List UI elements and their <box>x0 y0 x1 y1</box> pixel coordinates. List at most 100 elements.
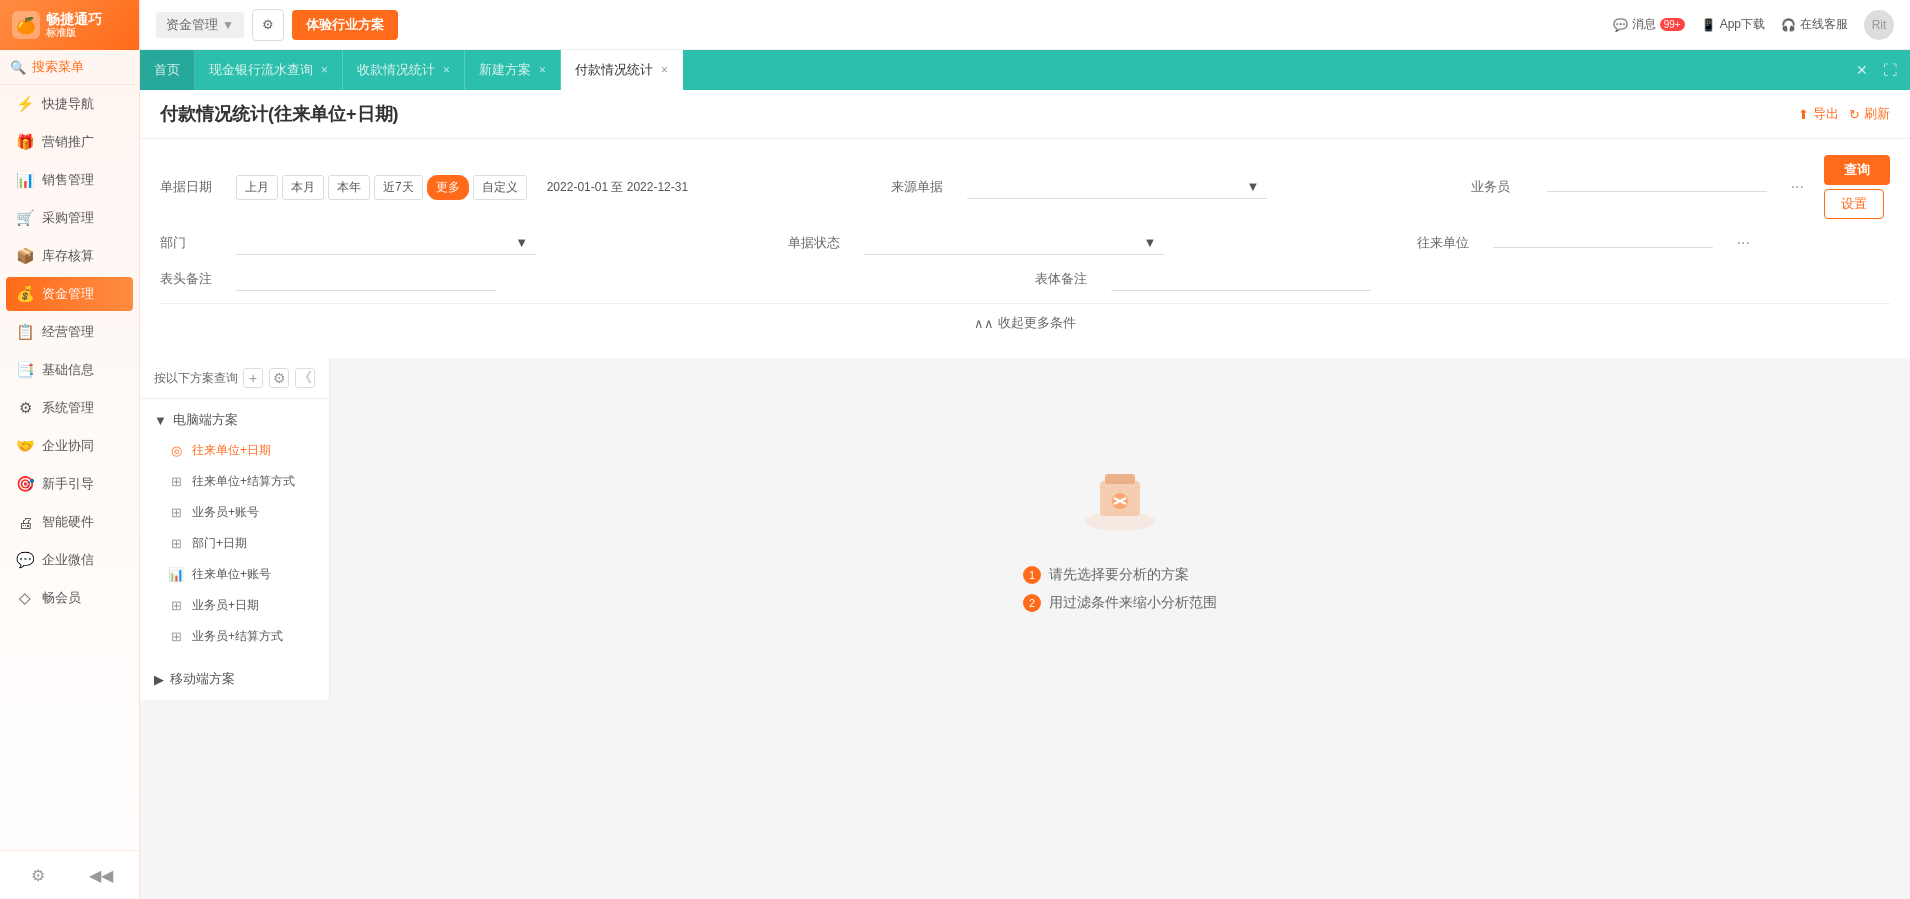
sidebar-item-purchase[interactable]: 🛒 采购管理 <box>0 199 139 237</box>
scheme-item-partner-date[interactable]: ◎ 往来单位+日期 <box>140 435 329 466</box>
scheme-item-partner-settle[interactable]: ⊞ 往来单位+结算方式 <box>140 466 329 497</box>
doc-status-select[interactable]: ▼ <box>864 231 1164 255</box>
sidebar-settings-btn[interactable]: ⚙ <box>10 861 67 889</box>
page-title: 付款情况统计(往来单位+日期) <box>160 102 399 126</box>
app-label: App下载 <box>1720 16 1765 33</box>
sidebar-item-quick-nav[interactable]: ⚡ 快捷导航 <box>0 85 139 123</box>
logo: 🍊 畅捷通巧 标准版 <box>0 0 139 50</box>
sidebar-item-wechat[interactable]: 💬 企业微信 <box>0 541 139 579</box>
scheme-partner-account-label: 往来单位+账号 <box>192 566 271 583</box>
wechat-icon: 💬 <box>16 551 34 569</box>
breadcrumb: 资金管理 ▼ <box>156 12 244 38</box>
sidebar-item-label: 销售管理 <box>42 171 94 189</box>
sidebar: 🍊 畅捷通巧 标准版 🔍 搜索菜单 ⚡ 快捷导航 🎁 营销推广 📊 销售管理 🛒… <box>0 0 140 899</box>
sidebar-item-system[interactable]: ⚙ 系统管理 <box>0 389 139 427</box>
tab-expand-btn[interactable]: ⛶ <box>1878 58 1902 82</box>
export-btn[interactable]: ⬆ 导出 <box>1798 105 1839 123</box>
topbar: 资金管理 ▼ ⚙ 体验行业方案 💬 消息 99+ 📱 App下载 🎧 在线客服 … <box>140 0 1910 50</box>
date-btn-last-month[interactable]: 上月 <box>236 175 278 200</box>
source-select[interactable]: ▼ <box>967 175 1267 199</box>
header-note-input[interactable] <box>236 267 496 291</box>
logo-text: 畅捷通巧 标准版 <box>46 11 102 40</box>
tab-collection-stats-close[interactable]: × <box>443 63 450 77</box>
tab-payment-stats-close[interactable]: × <box>661 63 668 77</box>
partner-select[interactable] <box>1493 239 1713 248</box>
collapse-btn[interactable]: ∧∧ 收起更多条件 <box>974 314 1076 332</box>
sidebar-item-operation[interactable]: 📋 经营管理 <box>0 313 139 351</box>
date-btn-custom[interactable]: 自定义 <box>473 175 527 200</box>
tab-new-scheme-close[interactable]: × <box>539 63 546 77</box>
sidebar-item-label: 新手引导 <box>42 475 94 493</box>
sidebar-item-basic[interactable]: 📑 基础信息 <box>0 351 139 389</box>
salesperson-select[interactable] <box>1547 183 1767 192</box>
topbar-right: 💬 消息 99+ 📱 App下载 🎧 在线客服 Rit <box>1613 10 1894 40</box>
sidebar-nav: ⚡ 快捷导航 🎁 营销推广 📊 销售管理 🛒 采购管理 📦 库存核算 💰 资金管… <box>0 85 139 850</box>
salesperson-dots[interactable]: ··· <box>1791 178 1804 196</box>
scheme-salesperson-account-label: 业务员+账号 <box>192 504 259 521</box>
capital-icon: 💰 <box>16 285 34 303</box>
header-note-label: 表头备注 <box>160 270 216 288</box>
tab-payment-stats[interactable]: 付款情况统计 × <box>561 50 683 90</box>
panel-collapse-btn[interactable]: 《 <box>295 368 315 388</box>
tip-num-2: 2 <box>1023 594 1041 612</box>
source-label: 来源单据 <box>891 178 947 196</box>
content-body: 按以下方案查询 + ⚙ 《 ▼ 电脑端方案 ◎ 往来单位+日期 <box>140 358 1910 700</box>
scheme-item-salesperson-settle[interactable]: ⊞ 业务员+结算方式 <box>140 621 329 652</box>
sidebar-item-label: 库存核算 <box>42 247 94 265</box>
sidebar-item-member[interactable]: ◇ 畅会员 <box>0 579 139 617</box>
salesperson-label: 业务员 <box>1471 178 1527 196</box>
sidebar-item-marketing[interactable]: 🎁 营销推广 <box>0 123 139 161</box>
date-btn-more[interactable]: 更多 <box>427 175 469 200</box>
tab-home[interactable]: 首页 <box>140 50 195 90</box>
service-btn[interactable]: 🎧 在线客服 <box>1781 16 1848 33</box>
right-content: 1 请先选择要分析的方案 2 用过滤条件来缩小分析范围 <box>330 358 1910 700</box>
sidebar-item-hardware[interactable]: 🖨 智能硬件 <box>0 503 139 541</box>
filter-settings-btn[interactable]: 设置 <box>1824 189 1884 219</box>
dept-select[interactable]: ▼ <box>236 231 536 255</box>
sidebar-item-guide[interactable]: 🎯 新手引导 <box>0 465 139 503</box>
date-btn-7days[interactable]: 近7天 <box>374 175 423 200</box>
tab-close-btn[interactable]: ✕ <box>1850 58 1874 82</box>
tab-collection-stats[interactable]: 收款情况统计 × <box>343 50 465 90</box>
sidebar-item-label: 企业微信 <box>42 551 94 569</box>
scheme-item-salesperson-account[interactable]: ⊞ 业务员+账号 <box>140 497 329 528</box>
scheme-item-partner-account[interactable]: 📊 往来单位+账号 <box>140 559 329 590</box>
scheme-item-dept-date[interactable]: ⊞ 部门+日期 <box>140 528 329 559</box>
app-download-btn[interactable]: 📱 App下载 <box>1701 16 1765 33</box>
sidebar-item-sales[interactable]: 📊 销售管理 <box>0 161 139 199</box>
search-label: 搜索菜单 <box>32 58 84 76</box>
notifications-btn[interactable]: 💬 消息 99+ <box>1613 16 1685 33</box>
sidebar-item-inventory[interactable]: 📦 库存核算 <box>0 237 139 275</box>
date-btn-this-month[interactable]: 本月 <box>282 175 324 200</box>
tab-bank-flow-close[interactable]: × <box>321 63 328 77</box>
body-note-input[interactable] <box>1111 267 1371 291</box>
date-btn-this-year[interactable]: 本年 <box>328 175 370 200</box>
hardware-icon: 🖨 <box>16 513 34 531</box>
trial-btn[interactable]: 体验行业方案 <box>292 10 398 40</box>
refresh-btn[interactable]: ↻ 刷新 <box>1849 105 1890 123</box>
partner-dots[interactable]: ··· <box>1737 234 1750 252</box>
tab-bank-flow-label: 现金银行流水查询 <box>209 61 313 79</box>
inventory-icon: 📦 <box>16 247 34 265</box>
svg-rect-2 <box>1105 474 1135 484</box>
operation-icon: 📋 <box>16 323 34 341</box>
scheme-item-salesperson-date[interactable]: ⊞ 业务员+日期 <box>140 590 329 621</box>
query-btn[interactable]: 查询 <box>1824 155 1890 185</box>
scheme-dept-date-label: 部门+日期 <box>192 535 247 552</box>
sidebar-collapse-btn[interactable]: ◀◀ <box>73 861 130 889</box>
scheme-desktop-header[interactable]: ▼ 电脑端方案 <box>140 405 329 435</box>
tab-new-scheme[interactable]: 新建方案 × <box>465 50 561 90</box>
sidebar-item-enterprise[interactable]: 🤝 企业协同 <box>0 427 139 465</box>
scheme-mobile-header[interactable]: ▶ 移动端方案 <box>140 664 329 694</box>
panel-settings-btn[interactable]: ⚙ <box>269 368 289 388</box>
scheme-mobile-label: 移动端方案 <box>170 670 235 688</box>
search-menu[interactable]: 🔍 搜索菜单 <box>0 50 139 85</box>
topbar-settings-btn[interactable]: ⚙ <box>252 9 284 41</box>
tab-bank-flow[interactable]: 现金银行流水查询 × <box>195 50 343 90</box>
collapse-row: ∧∧ 收起更多条件 <box>160 303 1890 342</box>
date-filter-label: 单据日期 <box>160 178 216 196</box>
panel-add-btn[interactable]: + <box>243 368 263 388</box>
sales-icon: 📊 <box>16 171 34 189</box>
avatar[interactable]: Rit <box>1864 10 1894 40</box>
sidebar-item-capital[interactable]: 💰 资金管理 <box>6 277 133 311</box>
